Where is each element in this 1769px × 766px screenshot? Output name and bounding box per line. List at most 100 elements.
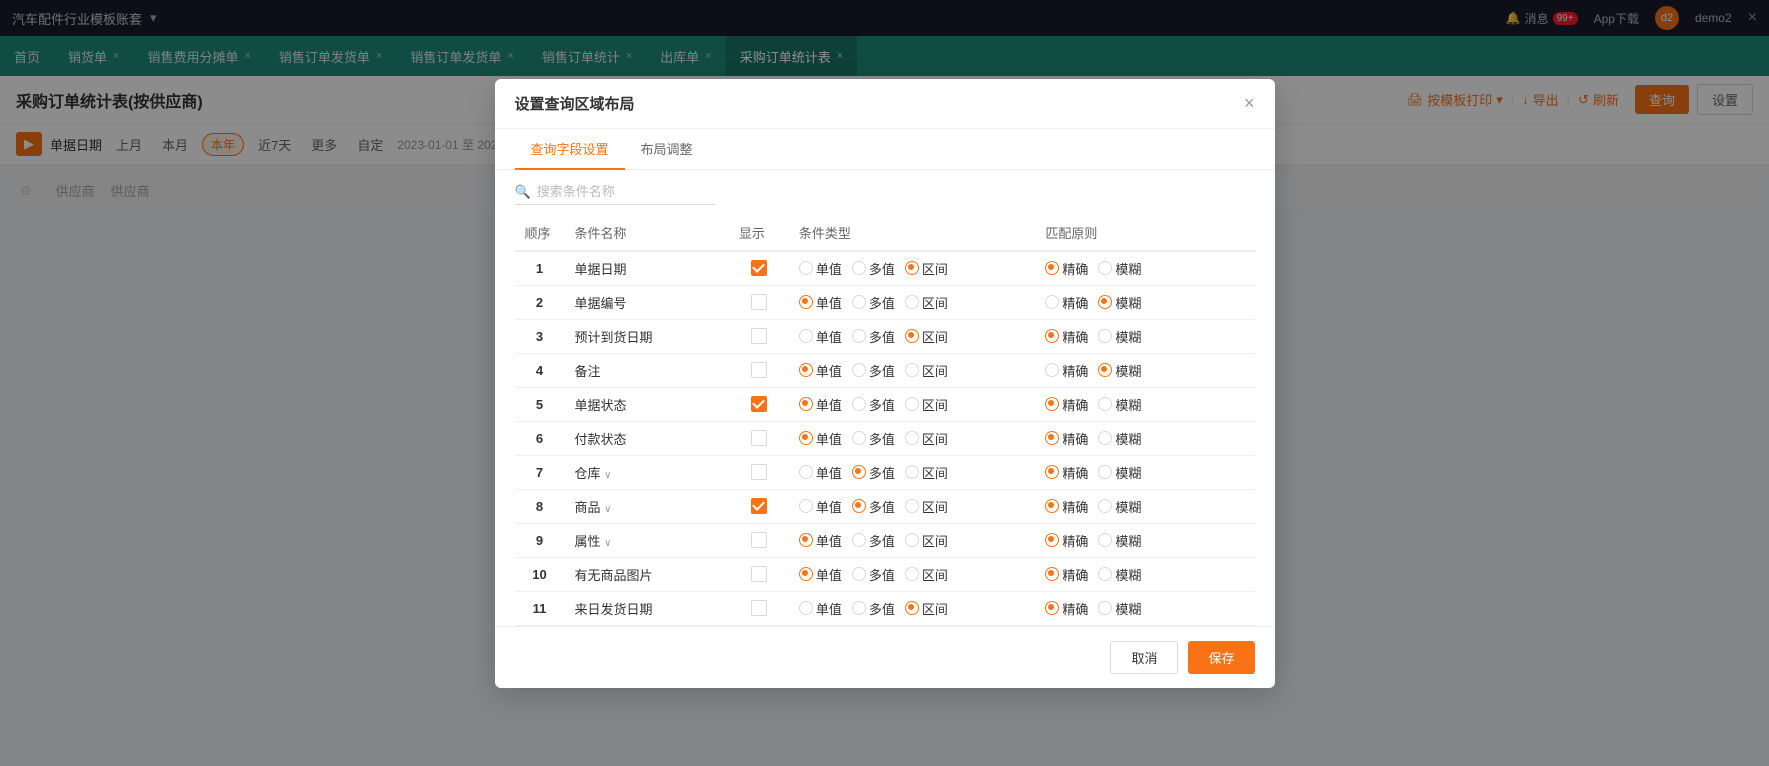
match-fuzzy-radio[interactable] — [1098, 601, 1112, 615]
type-single-radio[interactable] — [799, 567, 813, 581]
row-display[interactable] — [729, 591, 789, 625]
match-fuzzy-option[interactable]: 模糊 — [1098, 531, 1141, 550]
type-multi-radio[interactable] — [852, 295, 866, 309]
type-multi-radio[interactable] — [852, 261, 866, 275]
match-exact-option[interactable]: 精确 — [1045, 565, 1088, 584]
type-single-option[interactable]: 单值 — [799, 327, 842, 346]
display-checkbox[interactable] — [751, 464, 767, 480]
match-exact-radio[interactable] — [1045, 363, 1059, 377]
match-fuzzy-option[interactable]: 模糊 — [1098, 463, 1141, 482]
match-exact-radio[interactable] — [1045, 533, 1059, 547]
display-checkbox[interactable] — [751, 260, 767, 276]
row-display[interactable] — [729, 557, 789, 591]
match-exact-radio[interactable] — [1045, 431, 1059, 445]
match-exact-option[interactable]: 精确 — [1045, 531, 1088, 550]
row-display[interactable] — [729, 455, 789, 489]
type-range-option[interactable]: 区间 — [905, 531, 948, 550]
row-display[interactable] — [729, 489, 789, 523]
match-fuzzy-option[interactable]: 模糊 — [1098, 395, 1141, 414]
type-multi-radio[interactable] — [852, 397, 866, 411]
type-multi-radio[interactable] — [852, 431, 866, 445]
type-range-option[interactable]: 区间 — [905, 259, 948, 278]
type-single-radio[interactable] — [799, 329, 813, 343]
type-range-radio[interactable] — [905, 261, 919, 275]
match-exact-radio[interactable] — [1045, 465, 1059, 479]
type-multi-radio[interactable] — [852, 329, 866, 343]
type-single-option[interactable]: 单值 — [799, 497, 842, 516]
match-fuzzy-option[interactable]: 模糊 — [1098, 565, 1141, 584]
row-display[interactable] — [729, 251, 789, 286]
display-checkbox[interactable] — [751, 328, 767, 344]
match-exact-option[interactable]: 精确 — [1045, 429, 1088, 448]
match-exact-radio[interactable] — [1045, 295, 1059, 309]
match-fuzzy-option[interactable]: 模糊 — [1098, 497, 1141, 516]
type-range-radio[interactable] — [905, 465, 919, 479]
type-range-radio[interactable] — [905, 567, 919, 581]
type-multi-option[interactable]: 多值 — [852, 599, 895, 618]
type-range-option[interactable]: 区间 — [905, 429, 948, 448]
type-multi-option[interactable]: 多值 — [852, 293, 895, 312]
type-multi-radio[interactable] — [852, 465, 866, 479]
match-exact-radio[interactable] — [1045, 601, 1059, 615]
display-checkbox[interactable] — [751, 566, 767, 582]
type-single-option[interactable]: 单值 — [799, 565, 842, 584]
match-fuzzy-radio[interactable] — [1098, 567, 1112, 581]
type-single-radio[interactable] — [799, 363, 813, 377]
tab-layout-adjust[interactable]: 布局调整 — [625, 129, 709, 170]
type-multi-option[interactable]: 多值 — [852, 497, 895, 516]
type-range-radio[interactable] — [905, 601, 919, 615]
display-checkbox[interactable] — [751, 396, 767, 412]
type-single-option[interactable]: 单值 — [799, 395, 842, 414]
type-single-option[interactable]: 单值 — [799, 293, 842, 312]
type-range-option[interactable]: 区间 — [905, 463, 948, 482]
save-button[interactable]: 保存 — [1188, 641, 1254, 674]
match-exact-option[interactable]: 精确 — [1045, 259, 1088, 278]
display-checkbox[interactable] — [751, 362, 767, 378]
display-checkbox[interactable] — [751, 532, 767, 548]
type-single-option[interactable]: 单值 — [799, 599, 842, 618]
type-multi-option[interactable]: 多值 — [852, 463, 895, 482]
row-display[interactable] — [729, 319, 789, 353]
type-range-radio[interactable] — [905, 295, 919, 309]
type-range-radio[interactable] — [905, 397, 919, 411]
type-range-option[interactable]: 区间 — [905, 361, 948, 380]
type-multi-option[interactable]: 多值 — [852, 361, 895, 380]
type-range-radio[interactable] — [905, 431, 919, 445]
type-range-option[interactable]: 区间 — [905, 395, 948, 414]
type-multi-option[interactable]: 多值 — [852, 395, 895, 414]
row-display[interactable] — [729, 285, 789, 319]
type-single-option[interactable]: 单值 — [799, 463, 842, 482]
match-fuzzy-radio[interactable] — [1098, 295, 1112, 309]
match-exact-radio[interactable] — [1045, 329, 1059, 343]
match-fuzzy-radio[interactable] — [1098, 329, 1112, 343]
display-checkbox[interactable] — [751, 600, 767, 616]
type-range-option[interactable]: 区间 — [905, 497, 948, 516]
match-exact-option[interactable]: 精确 — [1045, 395, 1088, 414]
type-range-radio[interactable] — [905, 499, 919, 513]
match-exact-radio[interactable] — [1045, 397, 1059, 411]
match-fuzzy-option[interactable]: 模糊 — [1098, 259, 1141, 278]
match-fuzzy-radio[interactable] — [1098, 431, 1112, 445]
type-single-radio[interactable] — [799, 295, 813, 309]
match-fuzzy-radio[interactable] — [1098, 465, 1112, 479]
type-single-option[interactable]: 单值 — [799, 361, 842, 380]
match-fuzzy-radio[interactable] — [1098, 533, 1112, 547]
type-multi-radio[interactable] — [852, 567, 866, 581]
display-checkbox[interactable] — [751, 294, 767, 310]
type-single-radio[interactable] — [799, 431, 813, 445]
type-multi-option[interactable]: 多值 — [852, 531, 895, 550]
type-multi-option[interactable]: 多值 — [852, 327, 895, 346]
match-fuzzy-radio[interactable] — [1098, 397, 1112, 411]
type-range-radio[interactable] — [905, 329, 919, 343]
match-exact-radio[interactable] — [1045, 261, 1059, 275]
type-range-radio[interactable] — [905, 363, 919, 377]
type-range-option[interactable]: 区间 — [905, 599, 948, 618]
type-single-radio[interactable] — [799, 261, 813, 275]
row-display[interactable] — [729, 353, 789, 387]
type-single-radio[interactable] — [799, 601, 813, 615]
match-fuzzy-radio[interactable] — [1098, 363, 1112, 377]
type-range-option[interactable]: 区间 — [905, 327, 948, 346]
match-exact-option[interactable]: 精确 — [1045, 327, 1088, 346]
type-multi-radio[interactable] — [852, 499, 866, 513]
match-exact-option[interactable]: 精确 — [1045, 599, 1088, 618]
